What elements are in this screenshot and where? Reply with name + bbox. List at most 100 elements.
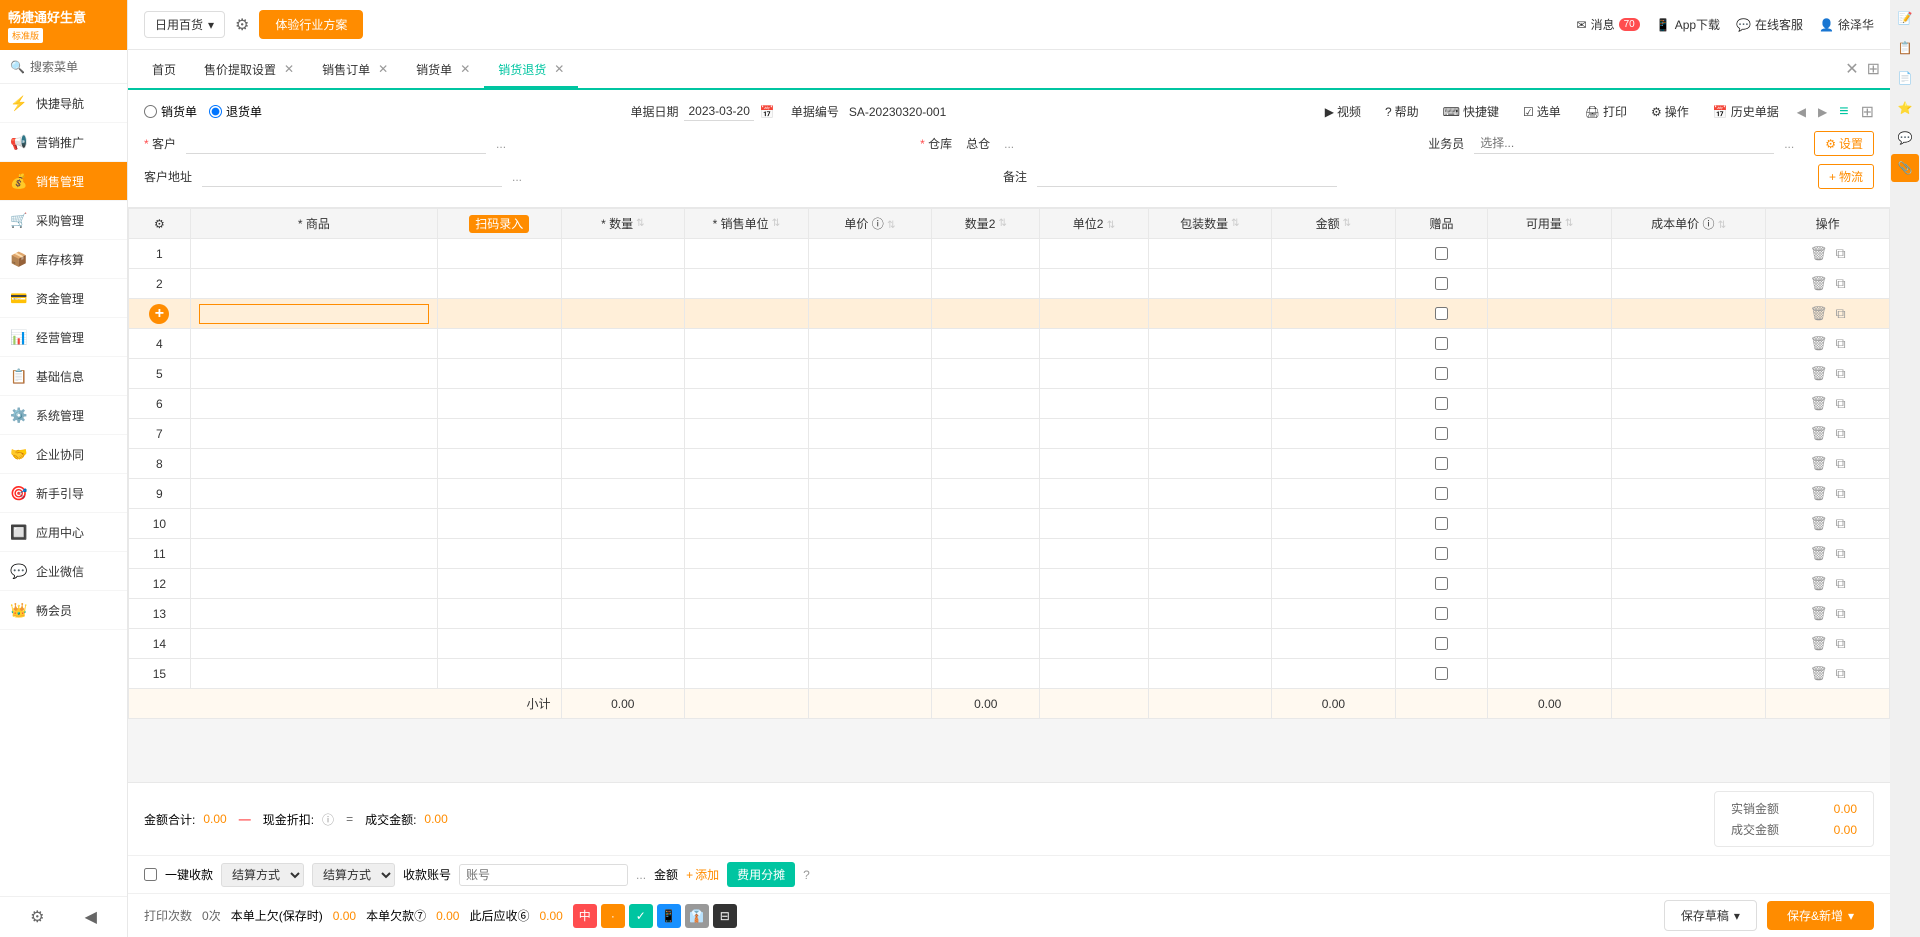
add-row-btn[interactable]: + [149,304,169,324]
settings-form-btn[interactable]: ⚙ 设置 [1814,131,1874,156]
add-btn[interactable]: + 添加 [686,866,719,883]
delete-icon[interactable]: 🗑 [1810,245,1828,262]
remark-input[interactable] [1037,166,1337,187]
amount-cell[interactable] [1272,239,1396,269]
rp-icon-4[interactable]: ⭐ [1891,94,1919,122]
amount-cell[interactable] [1272,269,1396,299]
operate-btn[interactable]: ⚙ 操作 [1645,100,1695,123]
save-draft-btn[interactable]: 保存草稿 ▾ [1664,900,1757,931]
collapse-icon[interactable]: ◀ [85,907,97,927]
tab-home[interactable]: 首页 [138,53,190,88]
copy-icon[interactable]: ⧉ [1836,395,1846,412]
print-btn[interactable]: 🖨 打印 [1579,100,1633,123]
staff-input[interactable] [1474,133,1774,154]
calc-method-select[interactable]: 结算方式 [312,863,395,887]
sidebar-item-apps[interactable]: 🔲 应用中心 [0,513,127,552]
unit-cell[interactable] [685,299,809,329]
sidebar-item-purchase[interactable]: 🛒 采购管理 [0,201,127,240]
industry-dropdown[interactable]: 日用百货 ▾ [144,11,225,38]
account-num-input[interactable] [459,864,628,886]
bottom-icon-4[interactable]: 📱 [657,904,681,928]
scan-btn[interactable]: 扫码录入 [469,215,529,233]
customer-input[interactable] [186,133,486,154]
tab-sale-goods-close[interactable]: ✕ [460,62,470,76]
copy-icon[interactable]: ⧉ [1836,665,1846,682]
sidebar-item-basic[interactable]: 📋 基础信息 [0,357,127,396]
gift-checkbox[interactable] [1435,367,1448,380]
select-btn[interactable]: ☑ 选单 [1517,100,1567,123]
gift-checkbox[interactable] [1435,637,1448,650]
gift-checkbox[interactable] [1435,577,1448,590]
copy-icon[interactable]: ⧉ [1836,305,1846,322]
gift-checkbox[interactable] [1435,307,1448,320]
message-btn[interactable]: ✉ 消息 70 [1577,16,1640,33]
shortcut-btn[interactable]: ⌨ 快捷键 [1437,100,1505,123]
unit2-cell[interactable] [1040,299,1148,329]
fee-help-icon[interactable]: ? [803,868,810,882]
unit-cell[interactable] [685,269,809,299]
gift-checkbox[interactable] [1435,427,1448,440]
discount-help-icon[interactable]: ⓘ [322,811,334,828]
product-cell[interactable] [190,329,437,359]
copy-icon[interactable]: ⧉ [1836,365,1846,382]
delete-icon[interactable]: 🗑 [1810,305,1828,322]
bottom-icon-6[interactable]: ⊟ [713,904,737,928]
calendar-icon[interactable]: 📅 [760,105,775,119]
customer-dots[interactable]: ... [496,137,506,151]
delete-icon[interactable]: 🗑 [1810,485,1828,502]
qty2-cell[interactable] [932,239,1040,269]
product-input-active[interactable] [199,304,429,324]
gift-checkbox[interactable] [1435,457,1448,470]
bottom-icon-3[interactable]: ✓ [629,904,653,928]
copy-icon[interactable]: ⧉ [1836,575,1846,592]
gift-checkbox[interactable] [1435,247,1448,260]
product-cell[interactable] [190,269,437,299]
unit2-cell[interactable] [1040,269,1148,299]
copy-icon[interactable]: ⧉ [1836,245,1846,262]
price-cell[interactable] [808,299,932,329]
delete-icon[interactable]: 🗑 [1810,335,1828,352]
copy-icon[interactable]: ⧉ [1836,275,1846,292]
sidebar-item-cooperation[interactable]: 🤝 企业协同 [0,435,127,474]
sidebar-item-inventory[interactable]: 📦 库存核算 [0,240,127,279]
sidebar-item-guide[interactable]: 🎯 新手引导 [0,474,127,513]
tab-sale-return[interactable]: 销货退货 ✕ [484,53,578,88]
gift-checkbox[interactable] [1435,277,1448,290]
price-cell[interactable] [808,269,932,299]
copy-icon[interactable]: ⧉ [1836,545,1846,562]
amount-cell[interactable] [1272,299,1396,329]
sidebar-item-quick-nav[interactable]: ⚡ 快捷导航 [0,84,127,123]
gift-checkbox[interactable] [1435,547,1448,560]
rp-icon-5[interactable]: 💬 [1891,124,1919,152]
address-dots[interactable]: ... [512,170,522,184]
delete-icon[interactable]: 🗑 [1810,425,1828,442]
delete-icon[interactable]: 🗑 [1810,635,1828,652]
pack-cell[interactable] [1148,269,1272,299]
unit2-cell[interactable] [1040,239,1148,269]
gift-checkbox[interactable] [1435,337,1448,350]
gift-checkbox[interactable] [1435,667,1448,680]
rp-icon-1[interactable]: 📝 [1891,4,1919,32]
logistics-btn[interactable]: + 物流 [1818,164,1874,189]
radio-sale-goods[interactable]: 销货单 [144,103,197,120]
gift-checkbox[interactable] [1435,487,1448,500]
one-click-checkbox[interactable] [144,868,157,881]
bottom-icon-5[interactable]: 👔 [685,904,709,928]
app-download-btn[interactable]: 📱 App下载 [1656,16,1720,33]
sidebar-item-system[interactable]: ⚙️ 系统管理 [0,396,127,435]
product-cell[interactable] [190,299,437,329]
price-cell[interactable] [808,239,932,269]
sidebar-item-finance[interactable]: 💳 资金管理 [0,279,127,318]
delete-icon[interactable]: 🗑 [1810,665,1828,682]
sidebar-item-member[interactable]: 👑 畅会员 [0,591,127,630]
tab-layout-icon[interactable]: ⊞ [1867,59,1880,79]
gear-icon[interactable]: ⚙ [154,217,165,231]
user-avatar[interactable]: 👤 徐泽华 [1819,16,1874,33]
search-menu[interactable]: 🔍 搜索菜单 [0,50,127,84]
tab-sale-goods[interactable]: 销货单 ✕ [402,53,484,88]
delete-icon[interactable]: 🗑 [1810,455,1828,472]
copy-icon[interactable]: ⧉ [1836,455,1846,472]
tab-close-all-icon[interactable]: ✕ [1845,59,1858,79]
account-dots[interactable]: ... [636,868,646,882]
save-new-btn[interactable]: 保存&新增 ▾ [1767,901,1874,930]
